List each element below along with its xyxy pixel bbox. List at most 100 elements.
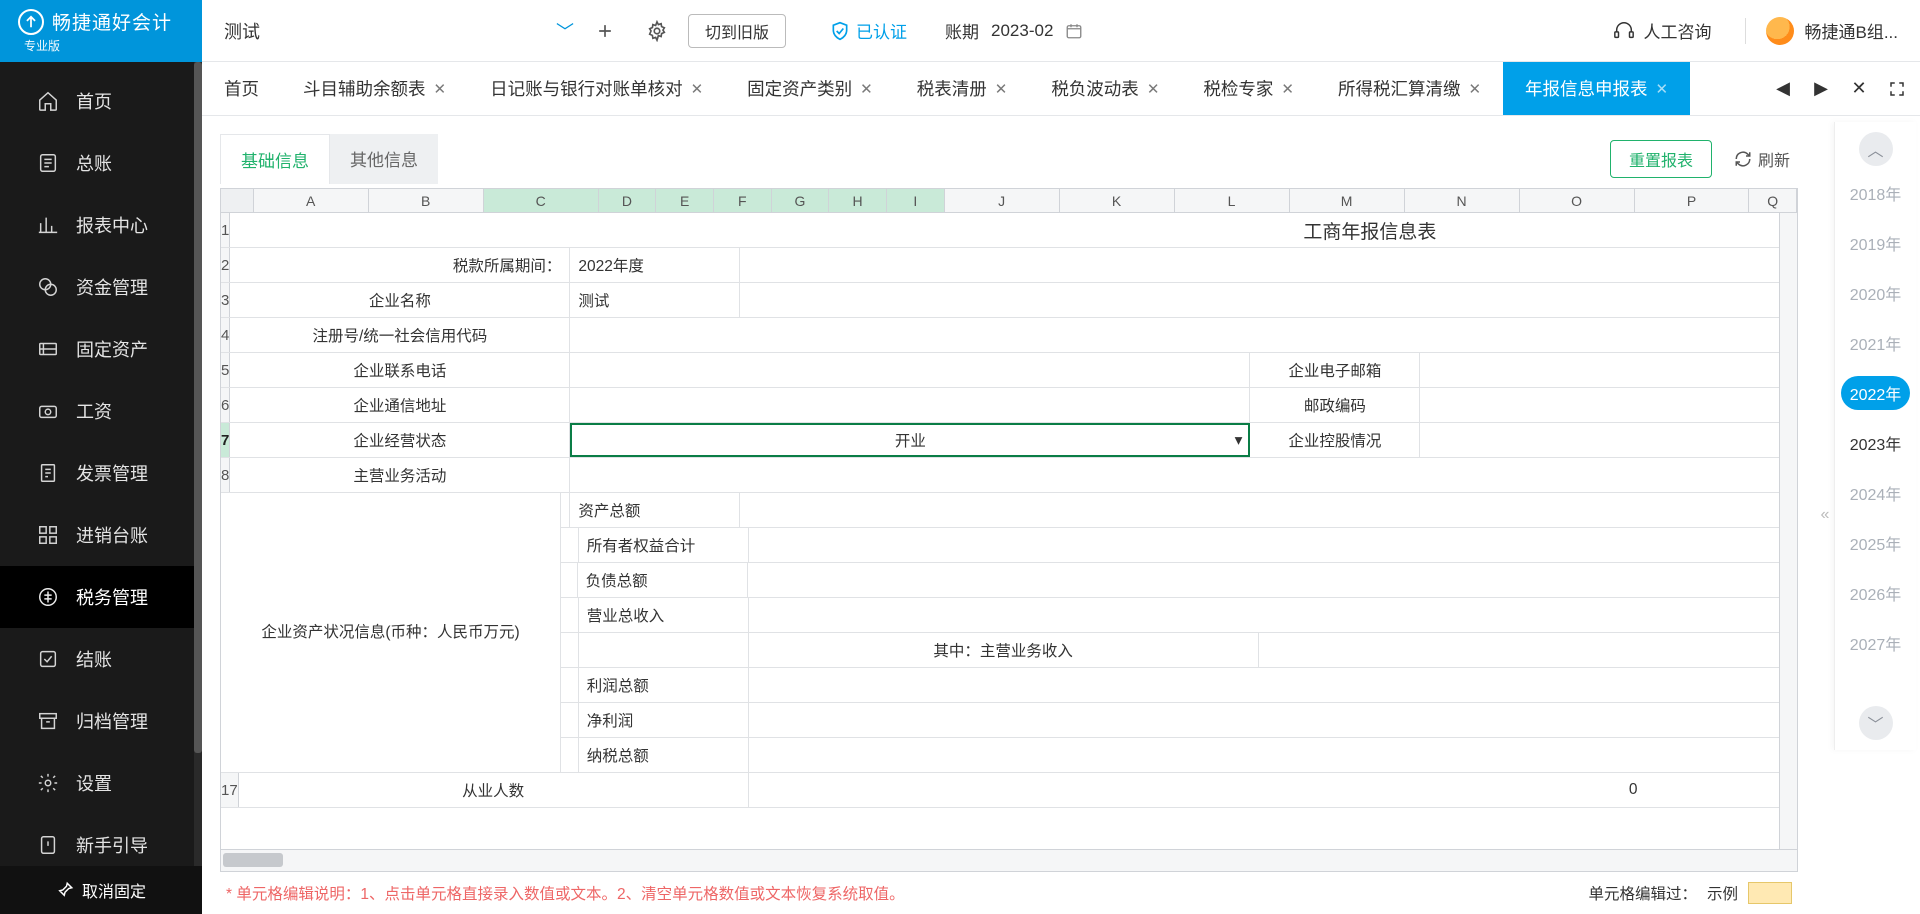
close-icon[interactable]: ✕: [1468, 80, 1481, 98]
tab-所得税汇算清缴[interactable]: 所得税汇算清缴✕: [1316, 62, 1503, 115]
sheet-vertical-scrollbar[interactable]: [1779, 213, 1797, 849]
cell[interactable]: [1259, 633, 1797, 667]
year-2024年[interactable]: 2024年: [1835, 468, 1916, 518]
row-header-6[interactable]: 6: [221, 388, 230, 422]
sidebar-item-home[interactable]: 首页: [0, 70, 202, 132]
year-2019年[interactable]: 2019年: [1835, 218, 1916, 268]
cell[interactable]: [1420, 388, 1797, 422]
tab-斗目辅助余额表[interactable]: 斗目辅助余额表✕: [281, 62, 468, 115]
cell[interactable]: 注册号/统一社会信用代码: [230, 318, 570, 352]
close-icon[interactable]: ✕: [860, 80, 873, 98]
sidebar-item-report[interactable]: 报表中心: [0, 194, 202, 256]
tab-税检专家[interactable]: 税检专家✕: [1181, 62, 1316, 115]
cell[interactable]: 2022年度: [570, 248, 740, 282]
column-header-E[interactable]: E: [656, 189, 714, 212]
business-status-select[interactable]: 开业▾: [570, 423, 1250, 457]
year-2023年[interactable]: 2023年: [1835, 418, 1916, 468]
switch-old-version-button[interactable]: 切到旧版: [688, 14, 786, 48]
cell[interactable]: 企业电子邮箱: [1250, 353, 1420, 387]
fullscreen-icon[interactable]: [1878, 62, 1916, 116]
close-icon[interactable]: ✕: [1147, 80, 1160, 98]
tab-年报信息申报表[interactable]: 年报信息申报表✕: [1503, 62, 1690, 115]
cell[interactable]: 资产总额: [570, 493, 740, 527]
column-header-O[interactable]: O: [1520, 189, 1635, 212]
cell[interactable]: [570, 458, 1797, 492]
sidebar-item-fund[interactable]: 资金管理: [0, 256, 202, 318]
row-header-8[interactable]: 8: [221, 458, 230, 492]
cell[interactable]: [570, 388, 1250, 422]
tabs-scroll-left[interactable]: ◀: [1764, 62, 1802, 116]
collapse-years-panel[interactable]: «: [1816, 116, 1834, 914]
close-icon[interactable]: ✕: [995, 80, 1008, 98]
tab-固定资产类别[interactable]: 固定资产类别✕: [725, 62, 895, 115]
cell[interactable]: 纳税总额: [579, 738, 749, 772]
cell[interactable]: 利润总额: [579, 668, 749, 702]
cell[interactable]: [579, 633, 749, 667]
cell[interactable]: [740, 283, 1797, 317]
cell[interactable]: [570, 353, 1250, 387]
sidebar-item-guide[interactable]: 新手引导: [0, 814, 202, 866]
tab-首页[interactable]: 首页: [202, 62, 281, 115]
years-scroll-down[interactable]: ﹀: [1859, 706, 1893, 740]
column-header-H[interactable]: H: [829, 189, 887, 212]
row-header-7[interactable]: 7: [221, 423, 230, 457]
refresh-button[interactable]: 刷新: [1734, 147, 1790, 171]
tab-税表清册[interactable]: 税表清册✕: [895, 62, 1030, 115]
column-header-M[interactable]: M: [1290, 189, 1405, 212]
cell[interactable]: [749, 668, 1797, 702]
cell[interactable]: 负债总额: [578, 563, 748, 597]
tab-日记账与银行对账单核对[interactable]: 日记账与银行对账单核对✕: [468, 62, 725, 115]
close-icon[interactable]: ✕: [691, 80, 704, 98]
column-header-F[interactable]: F: [714, 189, 772, 212]
cell[interactable]: 其中：主营业务收入: [749, 633, 1259, 667]
sidebar-item-ledger[interactable]: 总账: [0, 132, 202, 194]
cell[interactable]: [748, 563, 1797, 597]
cell[interactable]: 企业联系电话: [230, 353, 570, 387]
column-header-G[interactable]: G: [772, 189, 830, 212]
row-header-5[interactable]: 5: [221, 353, 230, 387]
cell[interactable]: 工商年报信息表: [230, 213, 1797, 247]
cell[interactable]: [570, 318, 1797, 352]
column-header-L[interactable]: L: [1175, 189, 1290, 212]
row-header-4[interactable]: 4: [221, 318, 230, 352]
cell[interactable]: [1420, 353, 1797, 387]
add-icon[interactable]: [592, 18, 618, 44]
cell[interactable]: 营业总收入: [579, 598, 749, 632]
cell[interactable]: 企业通信地址: [230, 388, 570, 422]
sidebar-scrollbar[interactable]: [194, 62, 202, 866]
cell[interactable]: [749, 738, 1797, 772]
column-header-B[interactable]: B: [369, 189, 484, 212]
sidebar-item-salary[interactable]: 工资: [0, 380, 202, 442]
sidebar-item-setting[interactable]: 设置: [0, 752, 202, 814]
sidebar-item-invoice[interactable]: 发票管理: [0, 442, 202, 504]
row-header-3[interactable]: 3: [221, 283, 230, 317]
sidebar-item-close[interactable]: 结账: [0, 628, 202, 690]
accounting-period[interactable]: 账期 2023-02: [945, 18, 1083, 43]
unpin-button[interactable]: 取消固定: [0, 866, 202, 914]
close-icon[interactable]: ✕: [1656, 80, 1669, 98]
sidebar-item-asset[interactable]: 固定资产: [0, 318, 202, 380]
cell[interactable]: 税款所属期间：: [230, 248, 570, 282]
cell[interactable]: 企业名称: [230, 283, 570, 317]
years-scroll-up[interactable]: ︿: [1859, 132, 1893, 166]
cell[interactable]: 企业控股情况: [1250, 423, 1420, 457]
tabs-scroll-right[interactable]: ▶: [1802, 62, 1840, 116]
column-header-C[interactable]: C: [484, 189, 599, 212]
verified-badge[interactable]: 已认证: [830, 18, 907, 43]
close-icon[interactable]: ✕: [434, 80, 447, 98]
grid-body[interactable]: 1工商年报信息表2税款所属期间：2022年度3企业名称测试4注册号/统一社会信用…: [221, 213, 1797, 849]
cell[interactable]: 测试: [570, 283, 740, 317]
cell[interactable]: 所有者权益合计: [579, 528, 749, 562]
year-2018年[interactable]: 2018年: [1835, 168, 1916, 218]
cell[interactable]: 从业人数: [239, 773, 749, 807]
reset-report-button[interactable]: 重置报表: [1610, 140, 1712, 178]
tab-税负波动表[interactable]: 税负波动表✕: [1029, 62, 1181, 115]
cell[interactable]: 邮政编码: [1250, 388, 1420, 422]
cell[interactable]: [740, 248, 1797, 282]
subtab-other-info[interactable]: 其他信息: [330, 134, 438, 184]
cell[interactable]: [749, 703, 1797, 737]
user-menu[interactable]: 畅捷通B组...: [1766, 17, 1898, 45]
account-select[interactable]: 测试 ﹀: [224, 14, 574, 48]
cell[interactable]: [740, 493, 1797, 527]
row-header-2[interactable]: 2: [221, 248, 230, 282]
